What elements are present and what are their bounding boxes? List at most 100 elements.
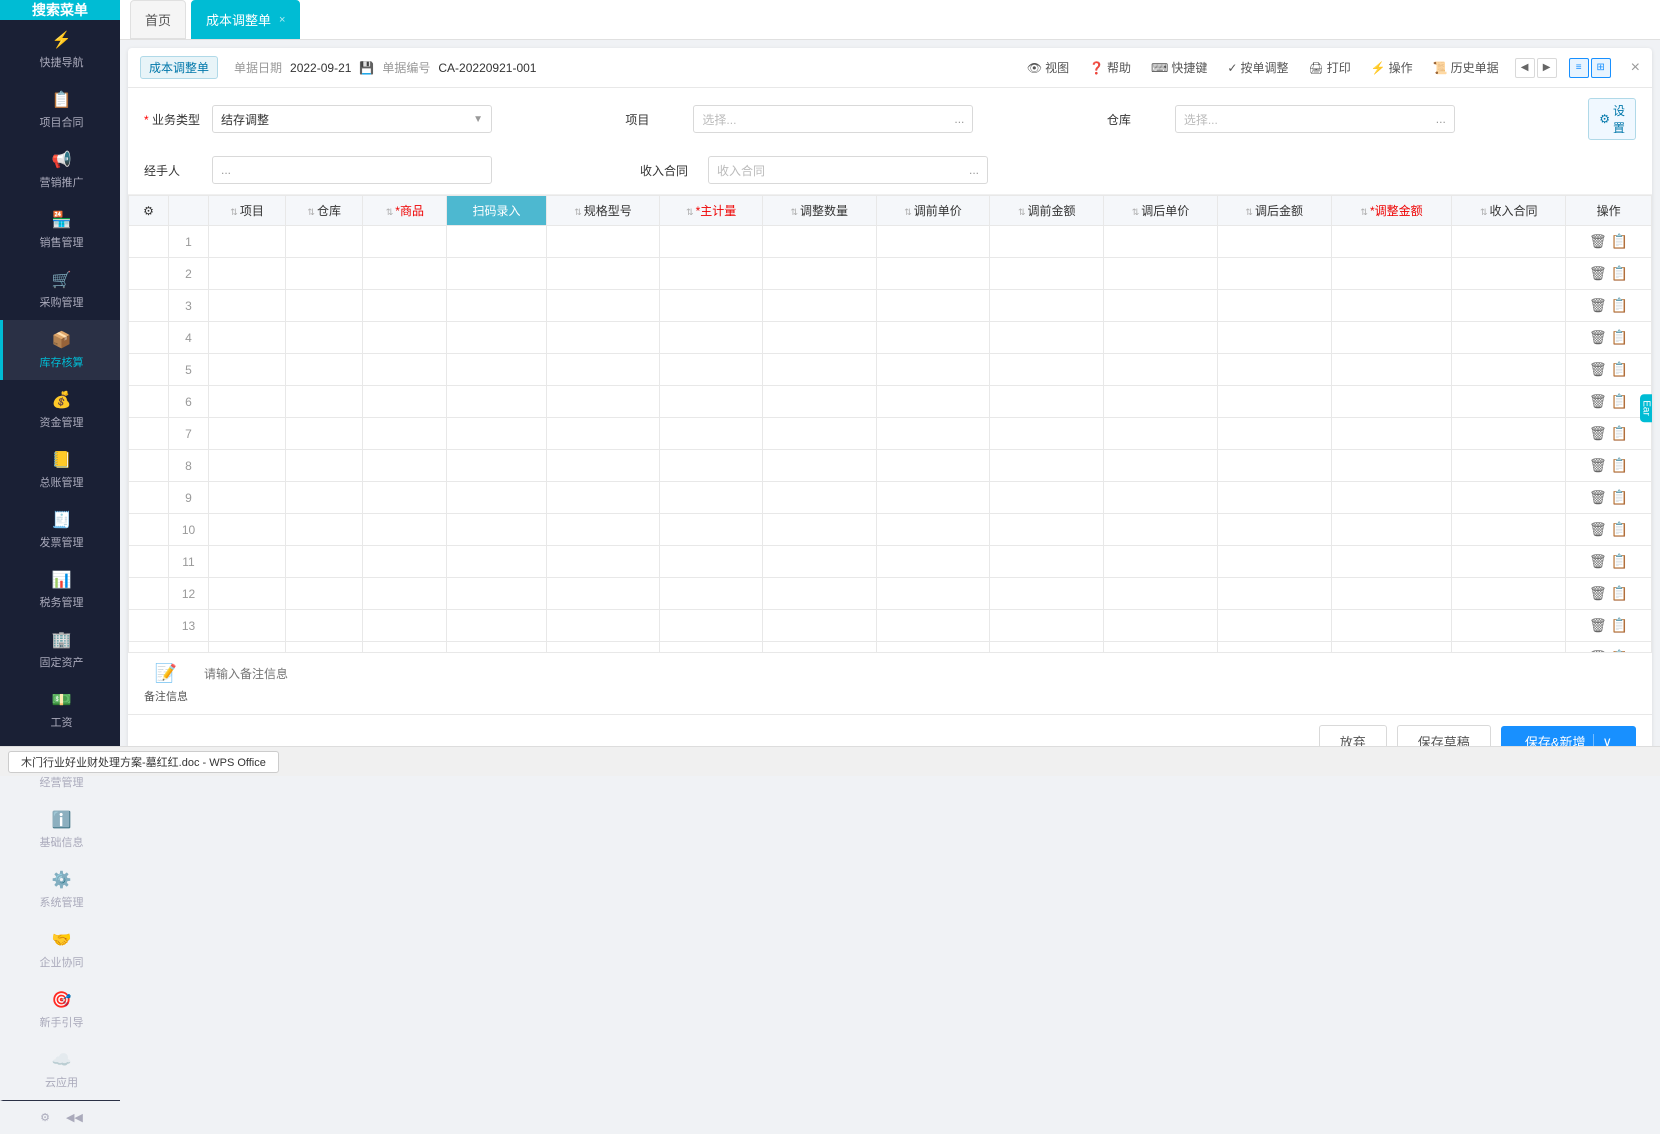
row-copy-icon[interactable]: 📋 bbox=[1611, 553, 1628, 570]
row-unit[interactable] bbox=[660, 354, 763, 386]
row-after-amount[interactable] bbox=[1217, 226, 1331, 258]
sidebar-item-inventory[interactable]: 📦 库存核算 bbox=[0, 320, 120, 380]
row-adj-qty[interactable] bbox=[762, 610, 876, 642]
sidebar-bottom-controls[interactable]: ⚙ ◀◀ bbox=[0, 1100, 120, 1134]
row-after-amount[interactable] bbox=[1217, 290, 1331, 322]
row-adj-amount[interactable] bbox=[1331, 578, 1452, 610]
row-unit[interactable] bbox=[660, 290, 763, 322]
row-warehouse[interactable] bbox=[286, 450, 363, 482]
row-prev-amount[interactable] bbox=[990, 450, 1104, 482]
row-adj-qty[interactable] bbox=[762, 578, 876, 610]
row-delete-icon[interactable]: 🗑 bbox=[1589, 361, 1607, 378]
row-after-unit-price[interactable] bbox=[1104, 418, 1218, 450]
row-after-unit-price[interactable] bbox=[1104, 610, 1218, 642]
row-spec-type[interactable] bbox=[546, 322, 660, 354]
row-copy-icon[interactable]: 📋 bbox=[1611, 457, 1628, 474]
row-spec-type[interactable] bbox=[546, 546, 660, 578]
row-delete-icon[interactable]: 🗑 bbox=[1589, 489, 1607, 506]
row-project[interactable] bbox=[209, 610, 286, 642]
row-adj-qty[interactable] bbox=[762, 546, 876, 578]
row-income-contract[interactable] bbox=[1452, 642, 1566, 653]
row-project[interactable] bbox=[209, 418, 286, 450]
row-after-amount[interactable] bbox=[1217, 482, 1331, 514]
row-scan-input[interactable] bbox=[447, 546, 546, 578]
row-delete-icon[interactable]: 🗑 bbox=[1589, 457, 1607, 474]
row-unit[interactable] bbox=[660, 226, 763, 258]
sidebar-item-marketing[interactable]: 📢 营销推广 bbox=[0, 140, 120, 200]
row-adj-amount[interactable] bbox=[1331, 642, 1452, 653]
row-delete-icon[interactable]: 🗑 bbox=[1589, 265, 1607, 282]
row-unit[interactable] bbox=[660, 418, 763, 450]
row-adj-qty[interactable] bbox=[762, 290, 876, 322]
action-shortcut[interactable]: ⌨ 快捷键 bbox=[1147, 57, 1211, 78]
row-unit[interactable] bbox=[660, 578, 763, 610]
row-scan-input[interactable] bbox=[447, 226, 546, 258]
row-product[interactable] bbox=[363, 450, 447, 482]
row-project[interactable] bbox=[209, 482, 286, 514]
row-project[interactable] bbox=[209, 514, 286, 546]
row-adj-amount[interactable] bbox=[1331, 258, 1452, 290]
row-after-unit-price[interactable] bbox=[1104, 578, 1218, 610]
row-unit[interactable] bbox=[660, 482, 763, 514]
row-project[interactable] bbox=[209, 642, 286, 653]
save-icon[interactable]: 💾 bbox=[359, 61, 374, 75]
row-warehouse[interactable] bbox=[286, 354, 363, 386]
row-income-contract[interactable] bbox=[1452, 514, 1566, 546]
action-operate[interactable]: ⚡ 操作 bbox=[1367, 57, 1417, 78]
row-prev-amount[interactable] bbox=[990, 258, 1104, 290]
row-prev-unit-price[interactable] bbox=[876, 514, 990, 546]
row-adj-qty[interactable] bbox=[762, 450, 876, 482]
row-warehouse[interactable] bbox=[286, 642, 363, 653]
sidebar-item-payroll[interactable]: 💵 工资 bbox=[0, 680, 120, 740]
row-prev-unit-price[interactable] bbox=[876, 290, 990, 322]
tab-home[interactable]: 首页 bbox=[130, 0, 186, 39]
row-warehouse[interactable] bbox=[286, 578, 363, 610]
row-income-contract[interactable] bbox=[1452, 322, 1566, 354]
sidebar-item-basic-info[interactable]: ℹ️ 基础信息 bbox=[0, 800, 120, 860]
row-income-contract[interactable] bbox=[1452, 258, 1566, 290]
row-project[interactable] bbox=[209, 546, 286, 578]
row-project[interactable] bbox=[209, 322, 286, 354]
row-after-amount[interactable] bbox=[1217, 546, 1331, 578]
business-type-input[interactable]: 结存调整 ▼ bbox=[212, 105, 492, 133]
row-after-unit-price[interactable] bbox=[1104, 482, 1218, 514]
sidebar-item-cloud-apps[interactable]: ☁️ 云应用 bbox=[0, 1040, 120, 1100]
row-after-amount[interactable] bbox=[1217, 354, 1331, 386]
table-container[interactable]: ⚙ ⇅项目 ⇅仓库 ⇅*商品 扫码录入 ⇅规格型号 ⇅*主计量 ⇅调整数量 ⇅调… bbox=[128, 195, 1652, 652]
row-prev-unit-price[interactable] bbox=[876, 642, 990, 653]
nav-prev[interactable]: ◀ bbox=[1515, 58, 1535, 78]
row-adj-amount[interactable] bbox=[1331, 418, 1452, 450]
row-project[interactable] bbox=[209, 258, 286, 290]
row-copy-icon[interactable]: 📋 bbox=[1611, 521, 1628, 538]
sidebar-item-system[interactable]: ⚙️ 系统管理 bbox=[0, 860, 120, 920]
row-product[interactable] bbox=[363, 642, 447, 653]
sidebar-item-sales[interactable]: 🏪 销售管理 bbox=[0, 200, 120, 260]
row-after-amount[interactable] bbox=[1217, 610, 1331, 642]
row-copy-icon[interactable]: 📋 bbox=[1611, 489, 1628, 506]
row-scan-input[interactable] bbox=[447, 354, 546, 386]
row-delete-icon[interactable]: 🗑 bbox=[1589, 521, 1607, 538]
row-spec-type[interactable] bbox=[546, 354, 660, 386]
row-unit[interactable] bbox=[660, 514, 763, 546]
row-spec-type[interactable] bbox=[546, 386, 660, 418]
settings-icon[interactable]: ⚙ bbox=[40, 1111, 50, 1124]
row-prev-unit-price[interactable] bbox=[876, 482, 990, 514]
sidebar-item-purchase[interactable]: 🛒 采购管理 bbox=[0, 260, 120, 320]
warehouse-input[interactable]: 选择... ... bbox=[1175, 105, 1455, 133]
row-copy-icon[interactable]: 📋 bbox=[1611, 617, 1628, 634]
sidebar-item-ledger[interactable]: 📒 总账管理 bbox=[0, 440, 120, 500]
row-spec-type[interactable] bbox=[546, 258, 660, 290]
row-income-contract[interactable] bbox=[1452, 226, 1566, 258]
row-unit[interactable] bbox=[660, 610, 763, 642]
row-copy-icon[interactable]: 📋 bbox=[1611, 329, 1628, 346]
row-prev-unit-price[interactable] bbox=[876, 258, 990, 290]
row-adj-qty[interactable] bbox=[762, 642, 876, 653]
row-income-contract[interactable] bbox=[1452, 578, 1566, 610]
row-project[interactable] bbox=[209, 386, 286, 418]
row-prev-amount[interactable] bbox=[990, 386, 1104, 418]
right-edge-indicator[interactable]: Ear bbox=[1640, 394, 1652, 422]
row-adj-amount[interactable] bbox=[1331, 482, 1452, 514]
row-delete-icon[interactable]: 🗑 bbox=[1589, 585, 1607, 602]
row-after-amount[interactable] bbox=[1217, 418, 1331, 450]
row-product[interactable] bbox=[363, 418, 447, 450]
